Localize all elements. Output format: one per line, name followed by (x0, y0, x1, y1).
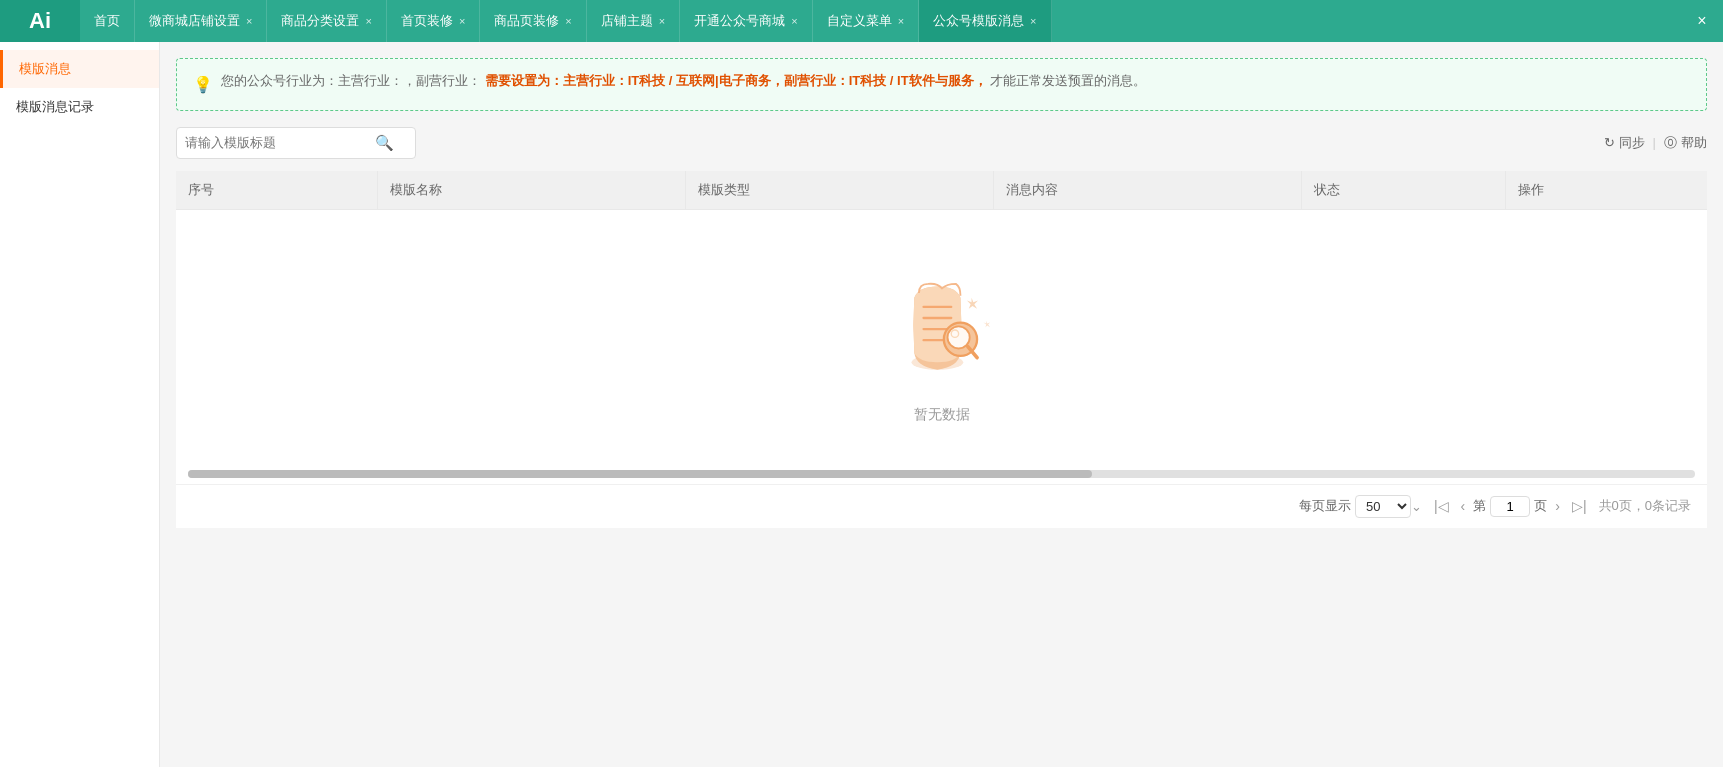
search-bar: 🔍 ↻ 同步 | ⓪ 帮助 (176, 127, 1707, 159)
logo: Ai (0, 0, 80, 42)
next-page-button[interactable]: › (1551, 496, 1564, 516)
tab-close-menu[interactable]: × (898, 15, 904, 27)
sidebar: 模版消息模版消息记录 (0, 42, 160, 767)
last-page-button[interactable]: ▷| (1568, 496, 1591, 516)
tab-home[interactable]: 首页 (80, 0, 135, 42)
sidebar-item-template-record[interactable]: 模版消息记录 (0, 88, 159, 126)
top-nav: Ai 首页微商城店铺设置×商品分类设置×首页装修×商品页装修×店铺主题×开通公众… (0, 0, 1723, 42)
tab-close-productpage[interactable]: × (565, 15, 571, 27)
col-header-action: 操作 (1505, 171, 1707, 210)
page-navigation: |◁ ‹ 第 页 › ▷| (1430, 496, 1591, 517)
content-area: 💡 您的公众号行业为：主营行业：，副营行业： 需要设置为：主营行业：IT科技 /… (160, 42, 1723, 767)
tab-menu[interactable]: 自定义菜单× (813, 0, 919, 42)
nav-tabs: 首页微商城店铺设置×商品分类设置×首页装修×商品页装修×店铺主题×开通公众号商城… (80, 0, 1681, 42)
empty-state: 暂无数据 (176, 210, 1707, 464)
prev-page-button[interactable]: ‹ (1457, 496, 1470, 516)
sync-button[interactable]: ↻ 同步 (1604, 134, 1645, 152)
tab-close-weshop[interactable]: × (246, 15, 252, 27)
col-header-name: 模版名称 (378, 171, 686, 210)
notice-box: 💡 您的公众号行业为：主营行业：，副营行业： 需要设置为：主营行业：IT科技 /… (176, 58, 1707, 111)
main-layout: 模版消息模版消息记录 💡 您的公众号行业为：主营行业：，副营行业： 需要设置为：… (0, 42, 1723, 767)
sync-icon: ↻ (1604, 135, 1615, 150)
tab-mall[interactable]: 开通公众号商城× (680, 0, 812, 42)
empty-state-row: 暂无数据 (176, 209, 1707, 464)
bulb-icon: 💡 (193, 72, 213, 98)
search-input[interactable] (185, 135, 375, 150)
chevron-down-icon: ⌄ (1411, 499, 1422, 514)
scrollbar-area (176, 464, 1707, 484)
data-table: 序号模版名称模版类型消息内容状态操作 (176, 171, 1707, 464)
first-page-button[interactable]: |◁ (1430, 496, 1453, 516)
tab-template[interactable]: 公众号模版消息× (919, 0, 1051, 42)
page-number-input[interactable] (1490, 496, 1530, 517)
search-input-wrap: 🔍 (176, 127, 416, 159)
tab-close-theme[interactable]: × (659, 15, 665, 27)
tab-close-mall[interactable]: × (791, 15, 797, 27)
toolbar-right: ↻ 同步 | ⓪ 帮助 (1604, 134, 1707, 152)
tab-close-template[interactable]: × (1030, 15, 1036, 27)
tab-theme[interactable]: 店铺主题× (587, 0, 680, 42)
col-header-content: 消息内容 (993, 171, 1301, 210)
empty-text: 暂无数据 (914, 406, 970, 424)
col-header-type: 模版类型 (686, 171, 994, 210)
table-header-row: 序号模版名称模版类型消息内容状态操作 (176, 171, 1707, 210)
table-container: 序号模版名称模版类型消息内容状态操作 (176, 171, 1707, 464)
per-page-dropdown[interactable]: 102050100 (1355, 495, 1411, 518)
svg-point-6 (947, 326, 969, 348)
tab-weshop[interactable]: 微商城店铺设置× (135, 0, 267, 42)
scrollbar-thumb (188, 470, 1092, 478)
notice-text: 您的公众号行业为：主营行业：，副营行业： 需要设置为：主营行业：IT科技 / 互… (221, 71, 1146, 92)
tab-homepage[interactable]: 首页装修× (387, 0, 480, 42)
tab-close-category[interactable]: × (365, 15, 371, 27)
help-icon: ⓪ (1664, 134, 1677, 152)
search-icon[interactable]: 🔍 (375, 134, 394, 152)
col-header-status: 状态 (1301, 171, 1505, 210)
global-close-button[interactable]: × (1681, 12, 1723, 30)
total-text: 共0页，0条记录 (1599, 497, 1691, 515)
col-header-index: 序号 (176, 171, 378, 210)
per-page-select: 每页显示 102050100 ⌄ (1299, 495, 1422, 518)
tab-productpage[interactable]: 商品页装修× (480, 0, 586, 42)
pagination: 每页显示 102050100 ⌄ |◁ ‹ 第 页 › ▷| 共0页，0条记录 (176, 484, 1707, 528)
help-button[interactable]: ⓪ 帮助 (1664, 134, 1707, 152)
empty-illustration (882, 270, 1002, 390)
sidebar-item-template-msg[interactable]: 模版消息 (0, 50, 159, 88)
tab-category[interactable]: 商品分类设置× (267, 0, 386, 42)
fake-scrollbar[interactable] (188, 470, 1695, 478)
tab-close-homepage[interactable]: × (459, 15, 465, 27)
